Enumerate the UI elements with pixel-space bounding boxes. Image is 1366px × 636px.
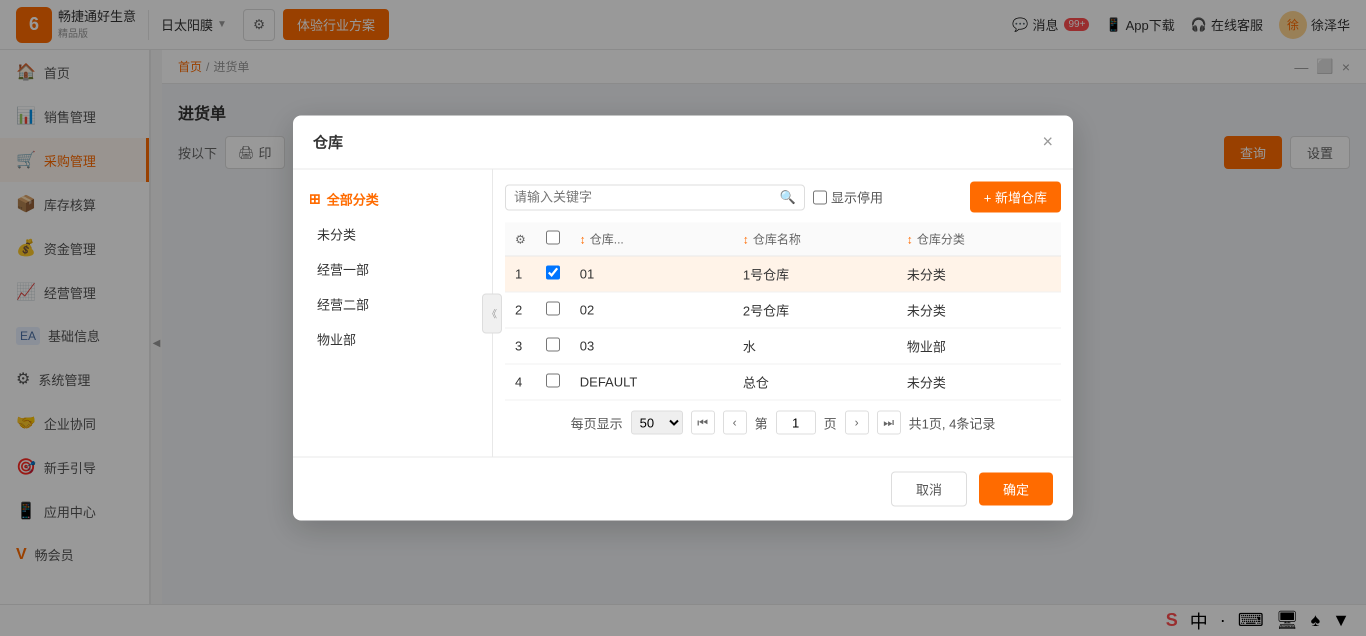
row-code: DEFAULT: [570, 364, 733, 400]
warehouse-modal: 仓库 × ⊞ 全部分类 未分类 经营一部 经营二部 物业部 《 🔍: [293, 116, 1073, 521]
table-area: 🔍 显示停用 + 新增仓库 ⚙: [493, 170, 1073, 457]
category-sidebar: ⊞ 全部分类 未分类 经营一部 经营二部 物业部 《: [293, 170, 493, 457]
modal-close-button[interactable]: ×: [1042, 132, 1053, 153]
cat-collapse-button[interactable]: 《: [482, 293, 502, 333]
search-input[interactable]: [514, 190, 780, 205]
modal-header: 仓库 ×: [293, 116, 1073, 170]
row-name: 总仓: [733, 364, 897, 400]
table-header: ⚙ ↕仓库... ↕仓库名称 ↕仓库分类: [505, 223, 1061, 257]
category-item-unclassified[interactable]: 未分类: [293, 217, 492, 252]
category-header[interactable]: ⊞ 全部分类: [293, 182, 492, 217]
page-last-btn[interactable]: ⏭: [877, 411, 901, 435]
row-checkbox[interactable]: [536, 328, 570, 364]
row-category: 未分类: [897, 256, 1061, 292]
modal-footer: 取消 确定: [293, 457, 1073, 521]
row-settings: 3: [505, 328, 536, 364]
th-settings: ⚙: [505, 223, 536, 257]
show-disabled-toggle[interactable]: 显示停用: [813, 188, 883, 207]
page-prev-btn[interactable]: ‹: [723, 411, 747, 435]
row-checkbox[interactable]: [536, 292, 570, 328]
row-settings: 4: [505, 364, 536, 400]
table-toolbar: 🔍 显示停用 + 新增仓库: [505, 182, 1061, 213]
row-category: 未分类: [897, 292, 1061, 328]
table-scroll-area: ⚙ ↕仓库... ↕仓库名称 ↕仓库分类: [505, 223, 1061, 401]
add-warehouse-button[interactable]: + 新增仓库: [970, 182, 1061, 213]
search-icon[interactable]: 🔍: [780, 189, 796, 205]
table-body: 1 01 1号仓库 未分类 2 02 2号仓库 未分类: [505, 256, 1061, 400]
page-first-btn[interactable]: ⏮: [691, 411, 715, 435]
row-checkbox[interactable]: [536, 256, 570, 292]
category-item-operations1[interactable]: 经营一部: [293, 252, 492, 287]
table-row[interactable]: 3 03 水 物业部: [505, 328, 1061, 364]
row-settings: 1: [505, 256, 536, 292]
th-category[interactable]: ↕仓库分类: [897, 223, 1061, 257]
modal-body: ⊞ 全部分类 未分类 经营一部 经营二部 物业部 《 🔍 显示停用: [293, 170, 1073, 457]
total-label: 共1页, 4条记录: [909, 413, 996, 432]
page-next-btn[interactable]: ›: [845, 411, 869, 435]
th-name[interactable]: ↕仓库名称: [733, 223, 897, 257]
cancel-button[interactable]: 取消: [891, 472, 967, 507]
row-code: 01: [570, 256, 733, 292]
row-checkbox[interactable]: [536, 364, 570, 400]
collapse-left-icon: 《: [487, 306, 497, 321]
search-box: 🔍: [505, 184, 805, 210]
pagination: 每页显示 50 100 ⏮ ‹ 第 页 › ⏭ 共1页, 4条记录: [505, 401, 1061, 445]
show-disabled-checkbox[interactable]: [813, 190, 827, 204]
confirm-button[interactable]: 确定: [979, 473, 1053, 506]
category-item-operations2[interactable]: 经营二部: [293, 287, 492, 322]
row-code: 02: [570, 292, 733, 328]
modal-title: 仓库: [313, 132, 343, 153]
select-all-checkbox[interactable]: [546, 231, 560, 245]
table-row[interactable]: 4 DEFAULT 总仓 未分类: [505, 364, 1061, 400]
th-code[interactable]: ↕仓库...: [570, 223, 733, 257]
grid-icon: ⊞: [309, 191, 321, 208]
sort-icon-name: ↕: [743, 233, 749, 247]
row-code: 03: [570, 328, 733, 364]
th-checkbox: [536, 223, 570, 257]
category-all-label: 全部分类: [327, 190, 379, 209]
sort-icon-cat: ↕: [907, 233, 913, 247]
category-item-property[interactable]: 物业部: [293, 322, 492, 357]
per-page-select[interactable]: 50 100: [631, 411, 683, 435]
page-label: 第: [755, 413, 768, 432]
row-settings: 2: [505, 292, 536, 328]
table-row[interactable]: 1 01 1号仓库 未分类: [505, 256, 1061, 292]
page-input[interactable]: [776, 411, 816, 435]
row-category: 未分类: [897, 364, 1061, 400]
warehouse-table: ⚙ ↕仓库... ↕仓库名称 ↕仓库分类: [505, 223, 1061, 401]
show-disabled-label: 显示停用: [831, 188, 883, 207]
sort-icon: ↕: [580, 233, 586, 247]
per-page-label: 每页显示: [571, 413, 623, 432]
page-end-label: 页: [824, 413, 837, 432]
row-name: 2号仓库: [733, 292, 897, 328]
row-category: 物业部: [897, 328, 1061, 364]
row-name: 1号仓库: [733, 256, 897, 292]
row-name: 水: [733, 328, 897, 364]
table-row[interactable]: 2 02 2号仓库 未分类: [505, 292, 1061, 328]
